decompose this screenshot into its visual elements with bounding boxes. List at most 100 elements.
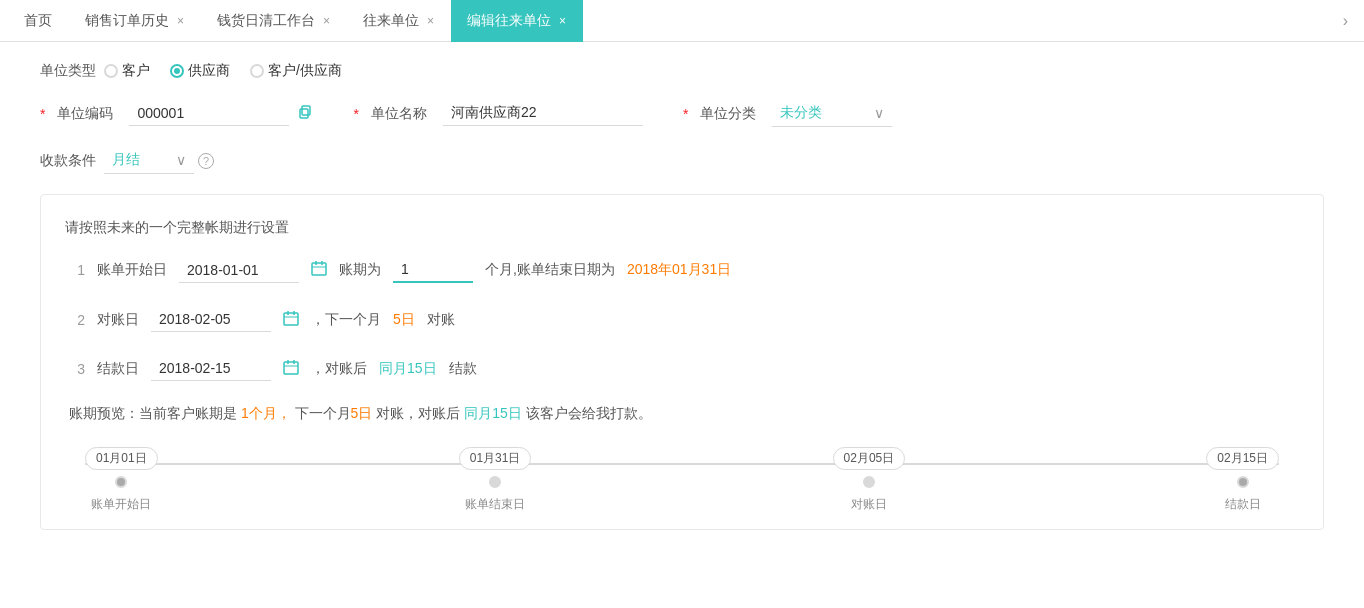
calendar-icon-2[interactable] <box>283 310 299 330</box>
reconcile-day-highlight: 5日 <box>393 311 415 329</box>
timeline-label-2: 对账日 <box>851 496 887 513</box>
radio-supplier[interactable]: 供应商 <box>170 62 230 80</box>
help-icon[interactable]: ? <box>198 153 214 169</box>
reconcile-date-input[interactable] <box>151 307 271 332</box>
step-num-1: 1 <box>65 262 85 278</box>
radio-customer[interactable]: 客户 <box>104 62 150 80</box>
unit-info-row: * 单位编码 * 单位名称 * 单位分类 未分类 ∨ <box>40 100 1324 127</box>
unit-category-dropdown[interactable]: 未分类 ∨ <box>772 100 892 127</box>
svg-rect-6 <box>284 313 298 325</box>
chevron-down-icon: ∨ <box>176 152 186 168</box>
preview-reconcile-date: 5日 <box>351 405 373 421</box>
timeline-label-3: 结款日 <box>1225 496 1261 513</box>
setting-row-1: 1 账单开始日 账期为 个月,账单结束日期为 2018年01月31日 <box>65 257 1299 283</box>
tabs-bar: 首页 销售订单历史 × 钱货日清工作台 × 往来单位 × 编辑往来单位 × › <box>0 0 1364 42</box>
unit-code-group: * 单位编码 <box>40 101 313 126</box>
unit-name-label: 单位名称 <box>371 105 427 123</box>
close-icon[interactable]: × <box>427 14 434 28</box>
period-suffix: 个月,账单结束日期为 <box>485 261 615 279</box>
preview-payment-suffix: 该客户会给我打款。 <box>522 405 652 421</box>
close-icon[interactable]: × <box>559 14 566 28</box>
unit-category-label: 单位分类 <box>700 105 756 123</box>
preview-label: 账期预览：当前客户账期是 <box>69 405 237 421</box>
preview-payment-date: 15日 <box>492 405 522 421</box>
tab-cash-ledger[interactable]: 钱货日清工作台 × <box>201 0 347 42</box>
timeline-dot-1 <box>489 476 501 488</box>
close-icon[interactable]: × <box>323 14 330 28</box>
unit-code-input[interactable] <box>129 101 289 126</box>
reconcile-prefix: ，下一个月 <box>311 311 381 329</box>
unit-category-group: * 单位分类 未分类 ∨ <box>683 100 892 127</box>
unit-type-label: 单位类型 <box>40 62 96 80</box>
start-date-input[interactable] <box>179 258 299 283</box>
payment-terms-label: 收款条件 <box>40 152 96 170</box>
timeline-point-1: 01月31日 账单结束日 <box>459 447 532 513</box>
preview-reconcile-prefix: 下一个月 <box>295 405 351 421</box>
tab-counterparts[interactable]: 往来单位 × <box>347 0 451 42</box>
step-num-3: 3 <box>65 361 85 377</box>
unit-type-radio-group: 客户 供应商 客户/供应商 <box>104 62 342 80</box>
timeline-point-0: 01月01日 账单开始日 <box>85 447 158 513</box>
timeline-dot-2 <box>863 476 875 488</box>
period-input[interactable] <box>393 257 473 283</box>
setting-row-2: 2 对账日 ，下一个月 5日 对账 <box>65 307 1299 332</box>
close-icon[interactable]: × <box>177 14 184 28</box>
tab-sales-order-history[interactable]: 销售订单历史 × <box>69 0 201 42</box>
period-prefix: 账期为 <box>339 261 381 279</box>
preview-text: 账期预览：当前客户账期是 1个月， 下一个月5日 对账，对账后 同月15日 该客… <box>65 405 1299 423</box>
timeline-dot-3 <box>1237 476 1249 488</box>
setting-row-3: 3 结款日 ，对账后 同月15日 结款 <box>65 356 1299 381</box>
svg-rect-2 <box>312 263 326 275</box>
required-star: * <box>683 106 688 122</box>
payment-date-input[interactable] <box>151 356 271 381</box>
settings-section: 请按照未来的一个完整帐期进行设置 1 账单开始日 账期为 个月,账单结束日期为 … <box>40 194 1324 530</box>
radio-circle-both <box>250 64 264 78</box>
preview-payment-prefix: 同月 <box>464 405 492 421</box>
payment-date-label: 结款日 <box>97 360 139 378</box>
payment-terms-row: 收款条件 月结 ∨ ? <box>40 147 1324 174</box>
reconcile-date-label: 对账日 <box>97 311 139 329</box>
timeline: 01月01日 账单开始日 01月31日 账单结束日 02月05日 对账日 02月… <box>65 447 1299 513</box>
calendar-icon-1[interactable] <box>311 260 327 280</box>
unit-name-input[interactable] <box>443 101 643 126</box>
payment-prefix: ，对账后 <box>311 360 367 378</box>
timeline-points: 01月01日 账单开始日 01月31日 账单结束日 02月05日 对账日 02月… <box>85 447 1279 513</box>
timeline-badge-1: 01月31日 <box>459 447 532 470</box>
copy-icon[interactable] <box>297 104 313 124</box>
unit-name-group: * 单位名称 <box>353 101 642 126</box>
timeline-label-1: 账单结束日 <box>465 496 525 513</box>
radio-both[interactable]: 客户/供应商 <box>250 62 342 80</box>
timeline-point-2: 02月05日 对账日 <box>833 447 906 513</box>
tab-more-button[interactable]: › <box>1335 12 1356 30</box>
timeline-badge-2: 02月05日 <box>833 447 906 470</box>
calendar-icon-3[interactable] <box>283 359 299 379</box>
required-star: * <box>353 106 358 122</box>
radio-circle-customer <box>104 64 118 78</box>
required-star: * <box>40 106 45 122</box>
payment-day-highlight: 同月15日 <box>379 360 437 378</box>
unit-type-row: 单位类型 客户 供应商 客户/供应商 <box>40 62 1324 80</box>
unit-category-value: 未分类 <box>780 104 870 122</box>
chevron-down-icon: ∨ <box>874 105 884 121</box>
timeline-dot-0 <box>115 476 127 488</box>
section-title: 请按照未来的一个完整帐期进行设置 <box>65 219 1299 237</box>
reconcile-suffix: 对账 <box>427 311 455 329</box>
unit-code-label: 单位编码 <box>57 105 113 123</box>
step-num-2: 2 <box>65 312 85 328</box>
start-date-label: 账单开始日 <box>97 261 167 279</box>
preview-reconcile-suffix: 对账，对账后 <box>372 405 460 421</box>
timeline-badge-0: 01月01日 <box>85 447 158 470</box>
timeline-badge-3: 02月15日 <box>1206 447 1279 470</box>
tab-edit-counterpart[interactable]: 编辑往来单位 × <box>451 0 583 42</box>
tab-home[interactable]: 首页 <box>8 0 69 42</box>
end-date-highlight: 2018年01月31日 <box>627 261 731 279</box>
payment-suffix: 结款 <box>449 360 477 378</box>
svg-rect-10 <box>284 362 298 374</box>
radio-circle-supplier <box>170 64 184 78</box>
svg-rect-0 <box>300 109 308 118</box>
main-content: 单位类型 客户 供应商 客户/供应商 * 单位编码 <box>0 42 1364 608</box>
payment-terms-dropdown[interactable]: 月结 ∨ <box>104 147 194 174</box>
timeline-label-0: 账单开始日 <box>91 496 151 513</box>
radio-label-both: 客户/供应商 <box>268 62 342 80</box>
payment-terms-value: 月结 <box>112 151 172 169</box>
